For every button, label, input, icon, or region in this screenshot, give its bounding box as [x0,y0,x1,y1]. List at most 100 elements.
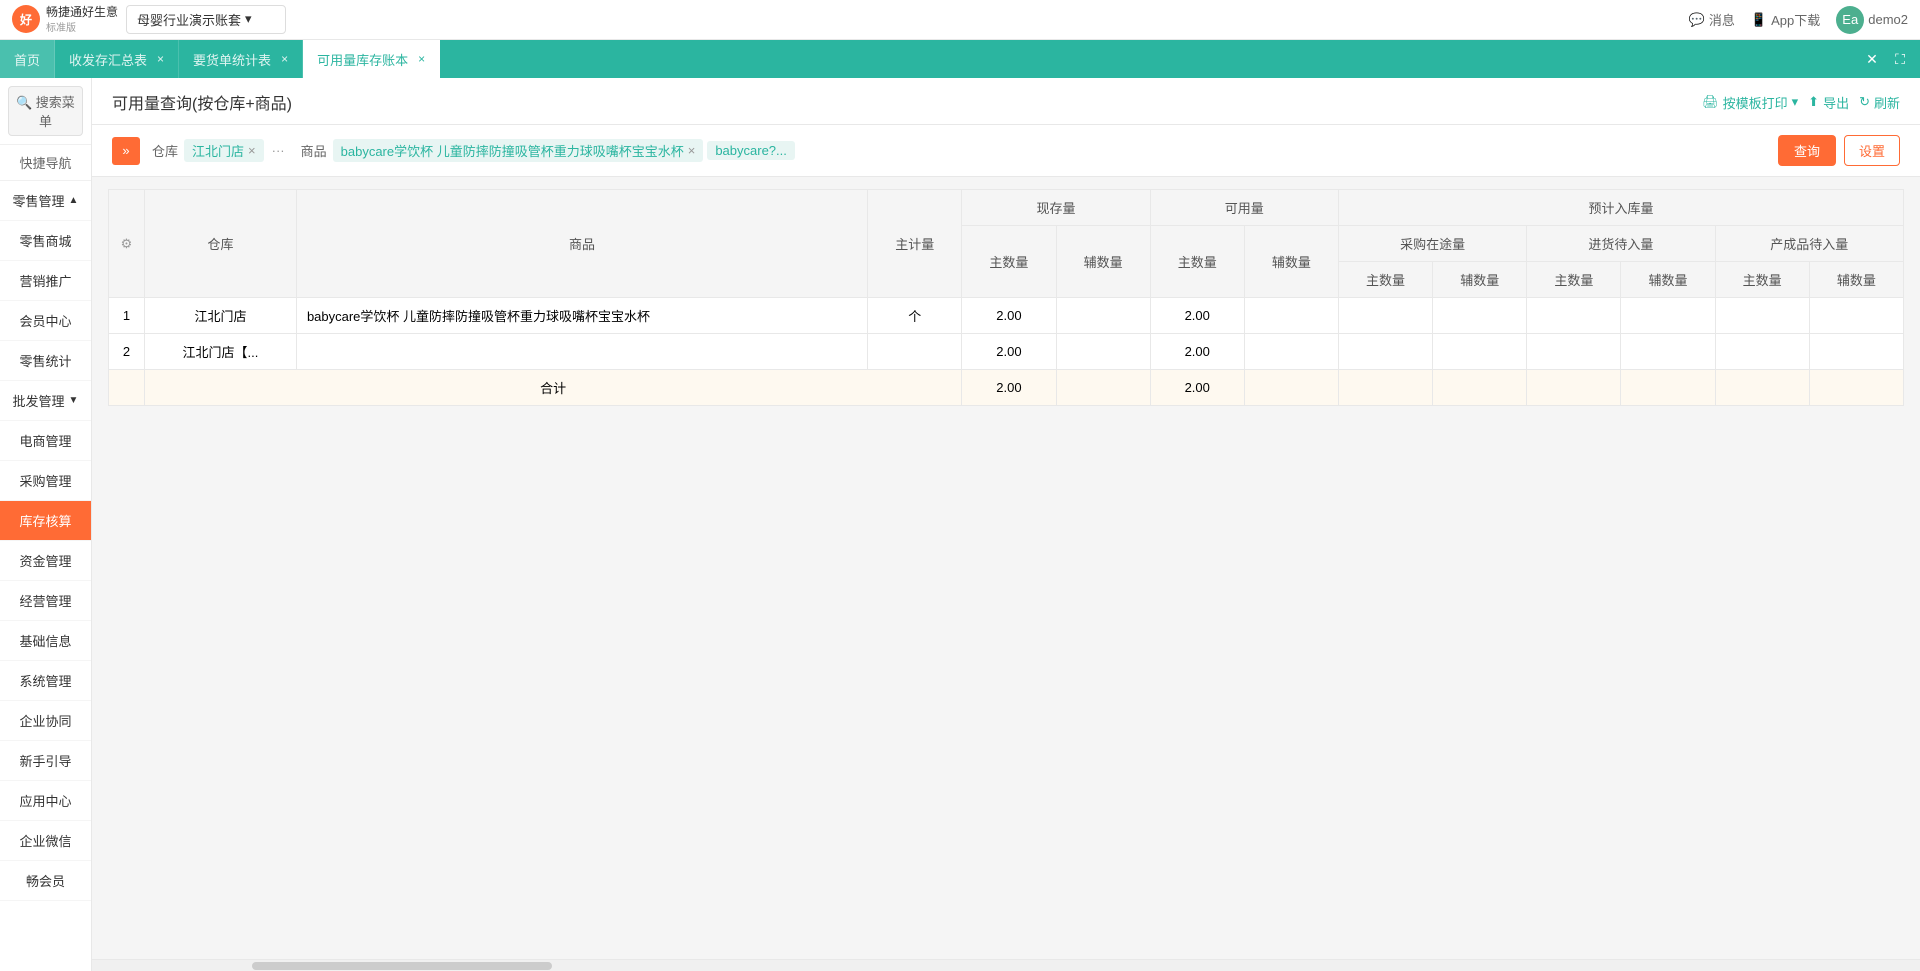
sidebar-item-wholesale[interactable]: 批发管理 ▼ [0,381,91,421]
cell-production-main [1715,334,1809,370]
refresh-label: 刷新 [1874,93,1900,112]
filter-toggle-icon: » [122,143,129,158]
sidebar-label-newbie: 新手引导 [19,751,71,770]
cell-production-aux [1809,334,1903,370]
sidebar-label-purchase: 采购管理 [19,471,71,490]
cell-purchase-main [1338,334,1432,370]
total-current-main: 2.00 [962,370,1056,406]
sidebar-item-ecommerce[interactable]: 电商管理 [0,421,91,461]
sidebar-item-purchase[interactable]: 采购管理 [0,461,91,501]
sidebar-item-weixin[interactable]: 企业微信 [0,821,91,861]
download-action[interactable]: 📱 App下载 [1751,10,1820,29]
th-production-aux: 辅数量 [1809,262,1903,298]
product-filter-tags: babycare学饮杯 儿童防摔防撞吸管杯重力球吸嘴杯宝宝水杯 × babyca… [333,139,795,162]
sidebar-item-zero-stats[interactable]: 零售统计 [0,341,91,381]
sidebar-label-appstore: 应用中心 [19,791,71,810]
content-area: 可用量查询(按仓库+商品) 🖨 按模板打印 ▾ ⬆ 导出 ↻ 刷新 [92,78,1920,971]
logo-icon: 好 [12,5,40,33]
product-tag-label: babycare学饮杯 儿童防摔防撞吸管杯重力球吸嘴杯宝宝水杯 [341,141,684,160]
filter-toggle-button[interactable]: » [112,137,140,165]
print-action[interactable]: 🖨 按模板打印 ▾ [1702,93,1798,112]
cell-purchase-main [1338,298,1432,334]
refresh-action[interactable]: ↻ 刷新 [1859,93,1900,112]
avatar: Ea [1836,6,1864,34]
product-filter-group: 商品 babycare学饮杯 儿童防摔防撞吸管杯重力球吸嘴杯宝宝水杯 × bab… [301,139,795,162]
cell-product: babycare学饮杯 儿童防摔防撞吸管杯重力球吸嘴杯宝宝水杯 [296,298,867,334]
total-avail-main: 2.00 [1150,370,1244,406]
product-tag-babycare2: babycare?... [707,141,795,160]
tab-keyongliang[interactable]: 可用量库存账本 × [303,40,440,78]
th-purchase-main: 主数量 [1338,262,1432,298]
cell-avail-aux [1244,334,1338,370]
cell-current-main: 2.00 [962,298,1056,334]
cell-current-aux [1056,298,1150,334]
message-action[interactable]: 💬 消息 [1689,10,1735,29]
sidebar: 🔍 搜索菜单 快捷导航 零售管理 ▲ 零售商城 营销推广 会员中心 零售统计 批… [0,78,92,971]
tenant-name: 母婴行业演示账套 [137,10,241,29]
logo-subtext: 标准版 [46,19,118,34]
sidebar-item-operation[interactable]: 经营管理 [0,581,91,621]
warehouse-tag-remove[interactable]: × [248,143,256,158]
cell-avail-aux [1244,298,1338,334]
arrow-icon-wholesale: ▼ [69,395,79,406]
message-label: 消息 [1709,10,1735,29]
tenant-selector[interactable]: 母婴行业演示账套 ▾ [126,5,286,34]
top-bar-right: 💬 消息 📱 App下载 Ea demo2 [1689,6,1908,34]
settings-icon[interactable]: ⚙ [121,236,133,251]
tab-home[interactable]: 首页 [0,40,55,78]
sidebar-item-member[interactable]: 会员中心 [0,301,91,341]
th-purchase-aux: 辅数量 [1433,262,1527,298]
tab-shoufasun-close[interactable]: × [157,52,164,66]
cell-unit: 个 [868,298,962,334]
nav-close-btn[interactable]: ✕ [1860,47,1884,71]
cell-warehouse: 江北门店【... [145,334,297,370]
sidebar-item-newbie[interactable]: 新手引导 [0,741,91,781]
query-button[interactable]: 查询 [1778,135,1836,166]
sidebar-label-finance: 资金管理 [19,551,71,570]
search-menu-button[interactable]: 🔍 搜索菜单 [8,86,83,136]
quick-nav-button[interactable]: 快捷导航 [0,145,91,181]
search-menu-label: 搜索菜单 [36,95,75,129]
setting-button[interactable]: 设置 [1844,135,1900,166]
horizontal-scrollbar[interactable] [92,959,1920,971]
scrollbar-thumb[interactable] [252,962,552,970]
sidebar-item-vip[interactable]: 畅会员 [0,861,91,901]
th-avail-main: 主数量 [1150,226,1244,298]
total-production-main [1715,370,1809,406]
sidebar-item-marketing[interactable]: 营销推广 [0,261,91,301]
sidebar-label-vip: 畅会员 [26,871,65,890]
cell-incoming-main [1527,334,1621,370]
sidebar-item-inventory[interactable]: 库存核算 [0,501,91,541]
user-action[interactable]: Ea demo2 [1836,6,1908,34]
tab-yaohuo[interactable]: 要货单统计表 × [179,40,303,78]
chevron-down-icon: ▾ [1792,94,1799,110]
sidebar-item-enterprise[interactable]: 企业协同 [0,701,91,741]
message-icon: 💬 [1689,12,1705,28]
cell-incoming-aux [1621,298,1715,334]
sidebar-item-appstore[interactable]: 应用中心 [0,781,91,821]
tab-yaohuo-close[interactable]: × [281,52,288,66]
export-label: 导出 [1823,93,1849,112]
export-action[interactable]: ⬆ 导出 [1808,93,1849,112]
logo-text: 畅捷通好生意 [46,5,118,19]
warehouse-filter-dots[interactable]: ··· [268,143,289,158]
cell-unit [868,334,962,370]
tab-keyongliang-close[interactable]: × [418,52,425,66]
tab-shoufasun[interactable]: 收发存汇总表 × [55,40,179,78]
total-label: 合计 [145,370,962,406]
tab-yaohuo-label: 要货单统计表 [193,50,271,69]
cell-incoming-aux [1621,334,1715,370]
nav-expand-btn[interactable]: ⛶ [1888,47,1912,71]
th-forecast-group: 预计入库量 [1338,190,1903,226]
sidebar-item-zero-sales[interactable]: 零售管理 ▲ [0,181,91,221]
sidebar-item-zero-mall[interactable]: 零售商城 [0,221,91,261]
sidebar-item-finance[interactable]: 资金管理 [0,541,91,581]
th-available-group: 可用量 [1150,190,1338,226]
sidebar-item-system[interactable]: 系统管理 [0,661,91,701]
th-current-group: 现存量 [962,190,1150,226]
top-bar-left: 好 畅捷通好生意 标准版 母婴行业演示账套 ▾ [12,5,286,34]
product-tag-remove[interactable]: × [688,143,696,158]
sidebar-item-basic[interactable]: 基础信息 [0,621,91,661]
th-incoming-group: 进货待入量 [1527,226,1715,262]
th-purchase-group: 采购在途量 [1338,226,1526,262]
